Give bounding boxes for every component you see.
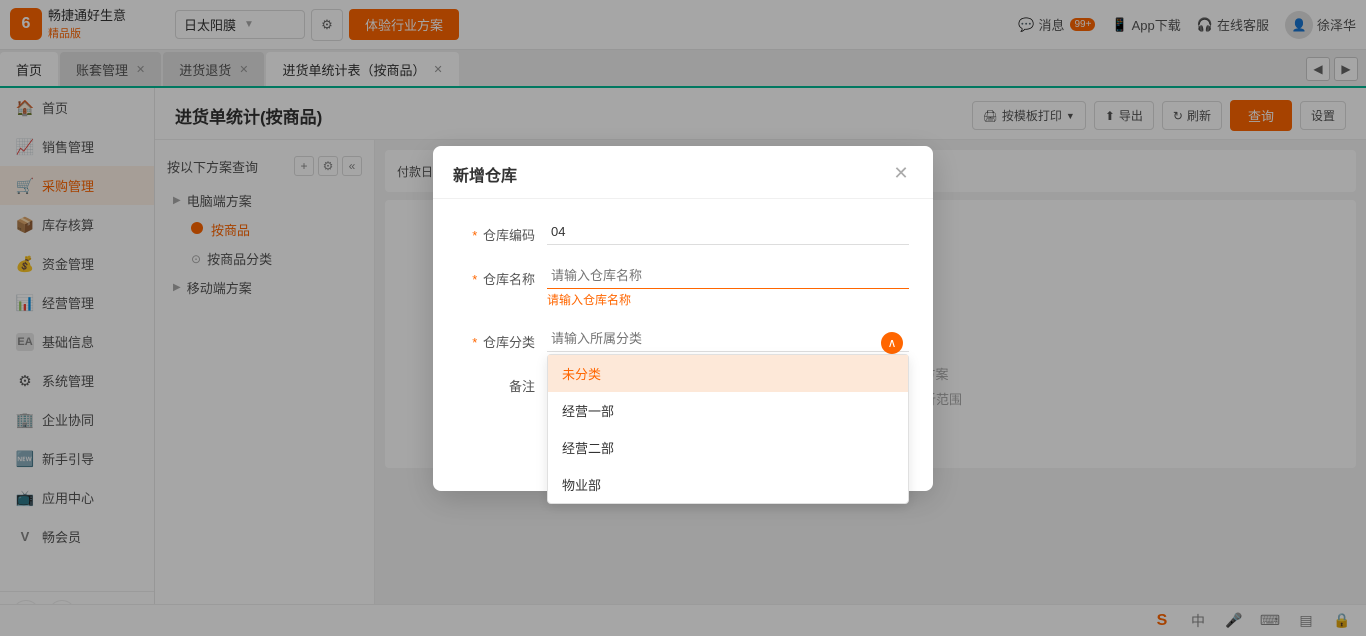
dropdown-item-dept2[interactable]: 经营二部 (548, 429, 908, 466)
warehouse-name-input[interactable] (547, 263, 909, 289)
category-select-wrap: ∧ 未分类 经营一部 经营二部 物业部 (547, 326, 909, 352)
form-row-code: * 仓库编码 (457, 219, 909, 245)
name-error-text: 请输入仓库名称 (547, 291, 909, 308)
dropdown-item-property[interactable]: 物业部 (548, 466, 908, 503)
modal-header: 新增仓库 ✕ (433, 146, 933, 199)
modal-overlay[interactable]: 新增仓库 ✕ * 仓库编码 * 仓库名称 (0, 0, 1366, 636)
category-dropdown-arrow[interactable]: ∧ (881, 332, 903, 354)
modal-title: 新增仓库 (453, 162, 517, 186)
warehouse-code-input[interactable] (547, 219, 909, 245)
form-row-category: * 仓库分类 ∧ 未分类 经营一部 经营二部 物业部 (457, 326, 909, 352)
dropdown-item-dept1[interactable]: 经营一部 (548, 392, 908, 429)
category-dropdown-list: 未分类 经营一部 经营二部 物业部 (547, 354, 909, 504)
form-row-name: * 仓库名称 请输入仓库名称 (457, 263, 909, 308)
new-warehouse-modal: 新增仓库 ✕ * 仓库编码 * 仓库名称 (433, 146, 933, 491)
name-label: * 仓库名称 (457, 263, 547, 288)
notes-label: 备注 (457, 370, 547, 395)
dropdown-item-uncategorized[interactable]: 未分类 (548, 355, 908, 392)
code-label: * 仓库编码 (457, 219, 547, 244)
category-select-input[interactable] (547, 326, 909, 352)
modal-close-icon[interactable]: ✕ (889, 162, 913, 186)
modal-body: * 仓库编码 * 仓库名称 请输入仓库名称 (433, 199, 933, 430)
category-label: * 仓库分类 (457, 326, 547, 351)
